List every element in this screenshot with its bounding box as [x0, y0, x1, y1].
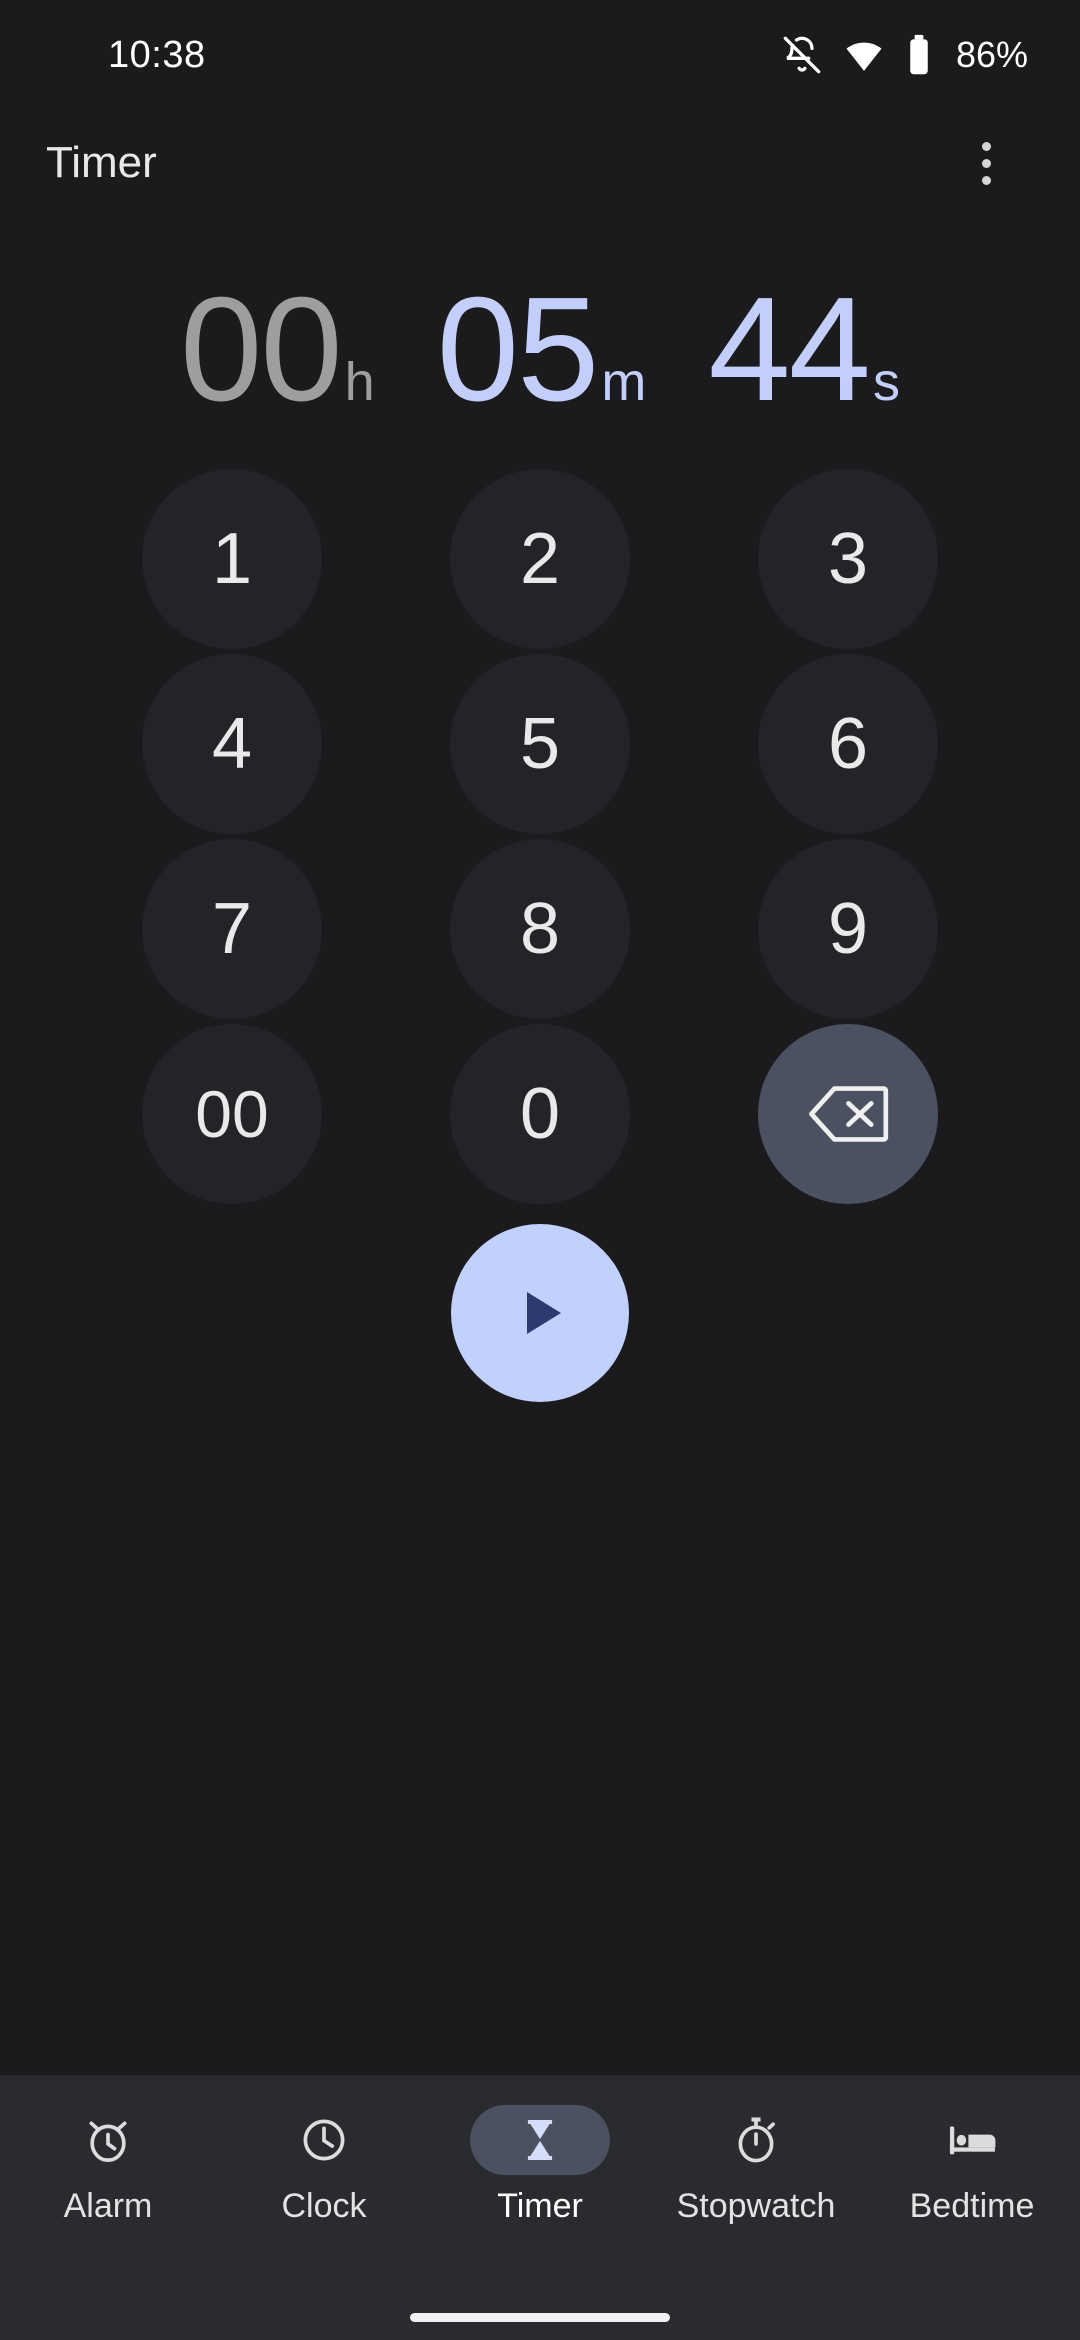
- phone-screen: 10:38 86% Timer 00 h 05 m 44 s 1 2 3 4 5…: [0, 0, 1080, 2340]
- stopwatch-icon-wrap: [686, 2105, 826, 2175]
- alarm-icon: [82, 2114, 134, 2166]
- bottom-navigation: Alarm Clock Timer Stopwatch Bedtime: [0, 2075, 1080, 2340]
- key-double-zero[interactable]: 00: [142, 1023, 322, 1204]
- page-title: Timer: [46, 138, 157, 187]
- battery-percentage: 86%: [955, 34, 1028, 75]
- key-3[interactable]: 3: [758, 468, 938, 649]
- numeric-keypad: 1 2 3 4 5 6 7 8 9 00 0: [0, 466, 1080, 1206]
- key-9[interactable]: 9: [758, 838, 938, 1019]
- wifi-icon: [844, 35, 884, 75]
- hourglass-icon-wrap: [470, 2105, 610, 2175]
- clock-icon-wrap: [254, 2105, 394, 2175]
- hourglass-icon: [515, 2115, 565, 2165]
- timer-minutes: 05 m: [437, 276, 647, 424]
- timer-hours-unit: h: [344, 352, 375, 412]
- nav-item-stopwatch[interactable]: Stopwatch: [656, 2105, 856, 2223]
- overflow-menu-icon[interactable]: [954, 131, 1018, 195]
- nav-label-timer: Timer: [497, 2187, 583, 2225]
- backspace-icon: [806, 1083, 890, 1145]
- start-timer-button[interactable]: [451, 1224, 629, 1402]
- key-backspace[interactable]: [758, 1023, 938, 1204]
- key-4[interactable]: 4: [142, 653, 322, 834]
- gesture-bar[interactable]: [410, 2313, 670, 2322]
- nav-label-bedtime: Bedtime: [909, 2187, 1035, 2225]
- stopwatch-icon: [730, 2114, 782, 2166]
- key-8[interactable]: 8: [450, 838, 630, 1019]
- timer-minutes-unit: m: [601, 352, 647, 412]
- play-icon: [527, 1292, 561, 1334]
- notifications-off-icon: [782, 35, 822, 75]
- status-bar: 10:38 86%: [0, 0, 1080, 110]
- nav-label-stopwatch: Stopwatch: [676, 2187, 836, 2225]
- battery-icon: [906, 34, 932, 76]
- key-7[interactable]: 7: [142, 838, 322, 1019]
- alarm-icon-wrap: [38, 2105, 178, 2175]
- nav-item-timer[interactable]: Timer: [440, 2105, 640, 2223]
- timer-seconds-value: 44: [708, 267, 871, 432]
- bed-icon-wrap: [902, 2105, 1042, 2175]
- nav-label-alarm: Alarm: [63, 2187, 153, 2225]
- timer-seconds: 44 s: [708, 276, 900, 424]
- timer-hours-value: 00: [180, 267, 343, 432]
- key-5[interactable]: 5: [450, 653, 630, 834]
- timer-minutes-value: 05: [436, 267, 600, 432]
- app-bar: Timer: [0, 110, 1080, 216]
- key-2[interactable]: 2: [450, 468, 630, 649]
- timer-seconds-unit: s: [872, 352, 900, 412]
- nav-item-bedtime[interactable]: Bedtime: [872, 2105, 1072, 2223]
- nav-item-alarm[interactable]: Alarm: [8, 2105, 208, 2223]
- timer-hours: 00 h: [180, 276, 375, 424]
- key-1[interactable]: 1: [142, 468, 322, 649]
- fab-container: [0, 1206, 1080, 2075]
- status-bar-clock: 10:38: [108, 34, 206, 76]
- status-bar-icons: 86%: [782, 34, 1028, 76]
- timer-display[interactable]: 00 h 05 m 44 s: [0, 216, 1080, 466]
- key-0[interactable]: 0: [450, 1023, 630, 1204]
- nav-label-clock: Clock: [281, 2187, 367, 2225]
- nav-item-clock[interactable]: Clock: [224, 2105, 424, 2223]
- clock-icon: [298, 2114, 350, 2166]
- bed-icon: [945, 2113, 999, 2167]
- key-6[interactable]: 6: [758, 653, 938, 834]
